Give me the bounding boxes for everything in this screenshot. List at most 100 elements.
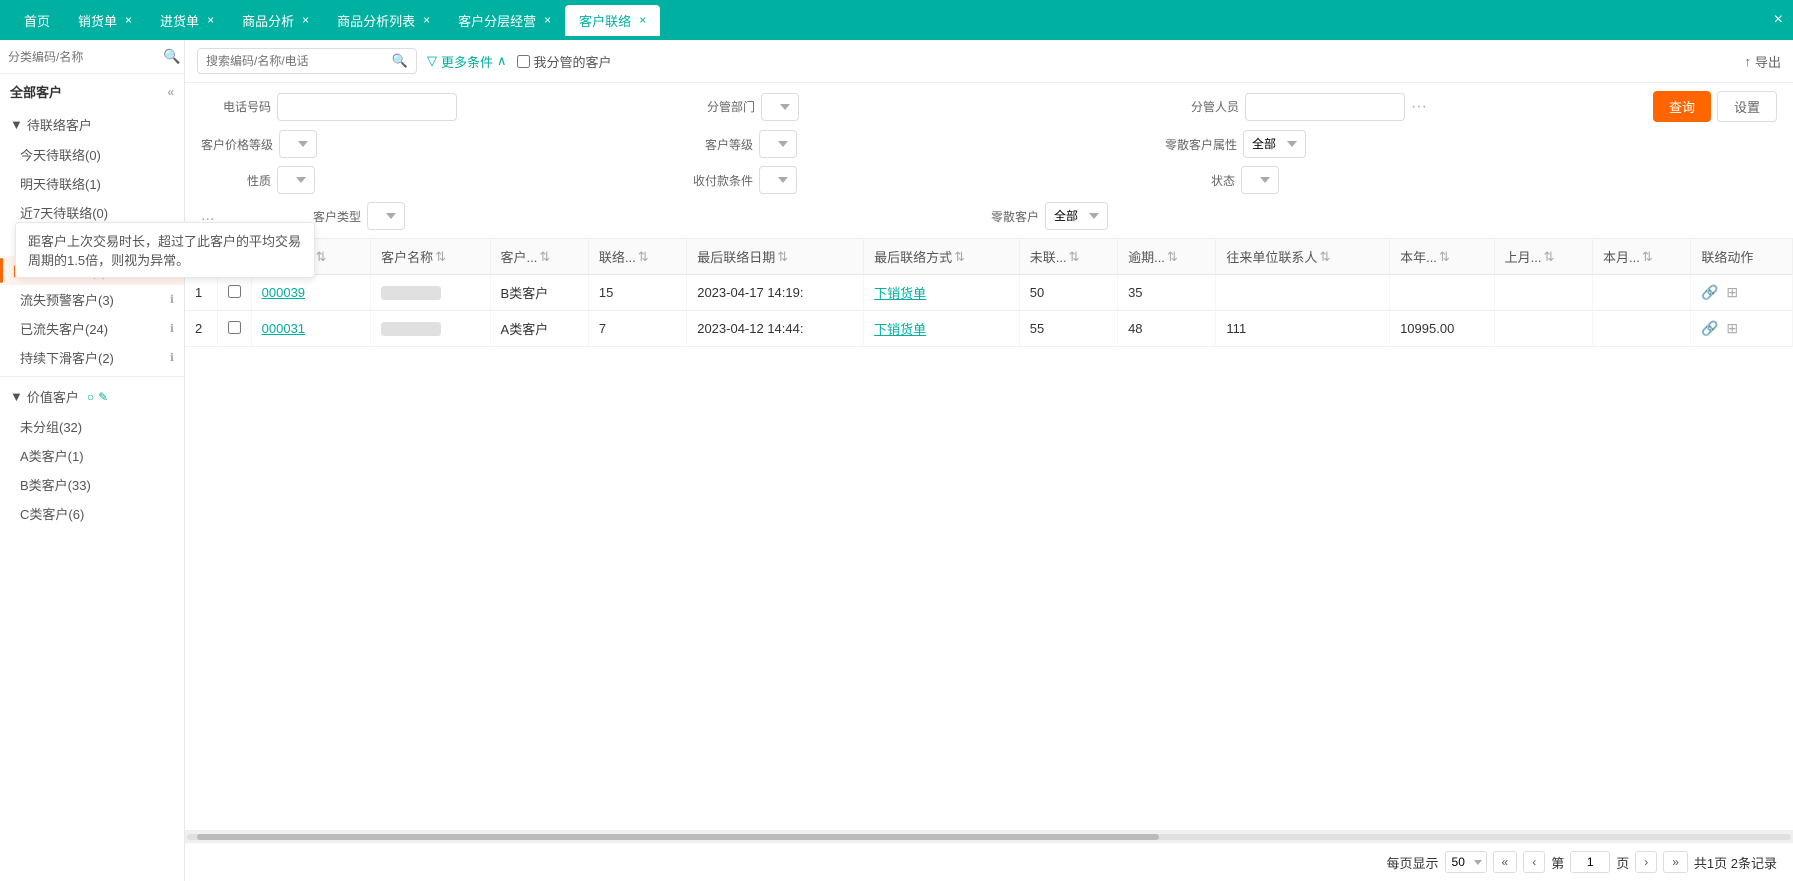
tab-sales[interactable]: 销货单 × <box>64 5 146 36</box>
arrow-value-icon: ▼ <box>10 389 23 404</box>
sidebar-item-ungroup[interactable]: 未分组(32) <box>0 412 184 441</box>
tab-purchase[interactable]: 进货单 × <box>146 5 228 36</box>
sidebar-item-classA[interactable]: A类客户(1) <box>0 441 184 470</box>
close-customer-contact-icon[interactable]: × <box>639 13 646 27</box>
close-sales-icon[interactable]: × <box>125 13 132 27</box>
sidebar-search-bar: 🔍 <box>0 40 184 74</box>
sidebar-item-classB[interactable]: B类客户(33) <box>0 470 184 499</box>
prev-page-btn[interactable]: ‹ <box>1523 851 1545 873</box>
sidebar-item-lost[interactable]: 已流失客户(24) ℹ <box>0 314 184 343</box>
scroll-thumb[interactable] <box>197 834 1159 840</box>
edit-value-group-icon[interactable]: ○ <box>87 390 94 404</box>
my-customers-check[interactable] <box>517 55 530 68</box>
action-link-icon-1[interactable]: 🔗 <box>1701 284 1718 300</box>
gender-select[interactable] <box>277 166 315 194</box>
sort-last-month[interactable]: 上月... ⇅ <box>1505 247 1582 266</box>
row-checkbox-1[interactable] <box>228 285 241 298</box>
action-link-icon-2[interactable]: 🔗 <box>1701 320 1718 336</box>
sidebar-item-lost-warning[interactable]: 流失预警客户(3) ℹ <box>0 285 184 314</box>
customer-code-link-1[interactable]: 000039 <box>262 285 305 300</box>
value-group-header[interactable]: ▼ 价值客户 ○ ✎ <box>0 381 184 412</box>
close-product-list-icon[interactable]: × <box>423 13 430 27</box>
retail-attr-select[interactable]: 全部 <box>1243 130 1306 158</box>
page-input[interactable] <box>1570 851 1610 873</box>
more-conditions-btn[interactable]: ▽ 更多条件 ∧ <box>427 52 507 71</box>
group-pending-contact[interactable]: ▼ 待联络客户 <box>0 109 184 140</box>
per-page-select[interactable]: 50 <box>1445 851 1487 873</box>
status-wrapper <box>1241 166 1637 194</box>
payment-select[interactable] <box>759 166 797 194</box>
cell-last-month-2 <box>1494 311 1592 347</box>
close-product-analysis-icon[interactable]: × <box>302 13 309 27</box>
action-grid-icon-2[interactable]: ⊞ <box>1726 320 1738 336</box>
edit-icon[interactable]: ✎ <box>98 390 108 404</box>
customer-level-select[interactable] <box>759 130 797 158</box>
sidebar-item-today[interactable]: 今天待联络(0) <box>0 140 184 169</box>
filter-phone: 电话号码 <box>201 93 675 121</box>
sidebar-item-classC[interactable]: C类客户(6) <box>0 499 184 528</box>
sort-unread[interactable]: 未联... ⇅ <box>1030 247 1107 266</box>
tab-product-list[interactable]: 商品分析列表 × <box>323 5 444 36</box>
customer-code-link-2[interactable]: 000031 <box>262 321 305 336</box>
last-page-btn[interactable]: » <box>1663 851 1688 873</box>
collapse-icon[interactable]: « <box>167 85 174 99</box>
last-method-link-1[interactable]: 下销货单 <box>874 286 926 301</box>
filter-icon: ▽ <box>427 53 437 69</box>
settings-button[interactable]: 设置 <box>1717 91 1777 122</box>
tab-customer-contact[interactable]: 客户联络 × <box>565 5 660 36</box>
horizontal-scrollbar[interactable] <box>185 830 1793 842</box>
th-last-month: 上月... ⇅ <box>1494 239 1592 275</box>
phone-input[interactable] <box>277 93 457 121</box>
tab-sales-label: 销货单 <box>78 11 117 30</box>
close-customer-segment-icon[interactable]: × <box>544 13 551 27</box>
last-method-link-2[interactable]: 下销货单 <box>874 322 926 337</box>
sidebar-item-tomorrow[interactable]: 明天待联络(1) <box>0 169 184 198</box>
sidebar-search-input[interactable] <box>8 50 163 64</box>
next-page-btn[interactable]: › <box>1635 851 1657 873</box>
cell-category-2: A类客户 <box>490 311 588 347</box>
action-grid-icon-1[interactable]: ⊞ <box>1726 284 1738 300</box>
first-page-btn[interactable]: « <box>1493 851 1518 873</box>
price-level-select[interactable] <box>279 130 317 158</box>
window-close-btn[interactable]: × <box>1774 11 1783 29</box>
tab-customer-segment[interactable]: 客户分层经营 × <box>444 5 565 36</box>
dept-select-wrapper <box>761 93 1159 121</box>
group-pending-label: 待联络客户 <box>27 115 92 134</box>
dept-select[interactable] <box>761 93 799 121</box>
status-select[interactable] <box>1241 166 1279 194</box>
retail-select[interactable]: 全部 <box>1045 202 1108 230</box>
sort-this-month[interactable]: 本月... ⇅ <box>1603 247 1680 266</box>
query-button[interactable]: 查询 <box>1653 91 1711 122</box>
sidebar-search-icon[interactable]: 🔍 <box>163 48 180 65</box>
tab-home[interactable]: 首页 <box>10 5 64 36</box>
close-purchase-icon[interactable]: × <box>207 13 214 27</box>
cell-action-2: 🔗 ⊞ <box>1691 311 1793 347</box>
sort-last-contact-date[interactable]: 最后联络日期 ⇅ <box>697 247 853 266</box>
tab-customer-contact-label: 客户联络 <box>579 11 631 30</box>
all-customers-header[interactable]: 全部客户 « <box>0 74 184 109</box>
sort-category[interactable]: 客户... ⇅ <box>501 247 578 266</box>
person-input[interactable] <box>1245 93 1405 121</box>
retail-attr-label: 零散客户属性 <box>1165 136 1237 153</box>
tab-product-analysis[interactable]: 商品分析 × <box>228 5 323 36</box>
sort-contacts[interactable]: 联络... ⇅ <box>599 247 676 266</box>
filter-row-4: ... 客户类型 零散客户 全部 <box>201 202 1777 230</box>
sort-name[interactable]: 客户名称 ⇅ <box>381 247 479 266</box>
sort-history[interactable]: 往来单位联系人 ⇅ <box>1226 247 1379 266</box>
row-checkbox-2[interactable] <box>228 321 241 334</box>
tab-product-analysis-label: 商品分析 <box>242 11 294 30</box>
sidebar-item-declining[interactable]: 持续下滑客户(2) ℹ <box>0 343 184 372</box>
sort-this-year[interactable]: 本年... ⇅ <box>1400 247 1484 266</box>
price-level-wrapper <box>279 130 673 158</box>
search-input[interactable] <box>206 54 386 68</box>
sort-method[interactable]: 最后联络方式 ⇅ <box>874 247 1009 266</box>
th-name: 客户名称 ⇅ <box>371 239 490 275</box>
search-input-wrapper: 🔍 <box>197 48 417 74</box>
customer-type-select[interactable] <box>367 202 405 230</box>
cell-contacts-2: 7 <box>588 311 686 347</box>
my-customers-checkbox[interactable]: 我分管的客户 <box>517 52 612 71</box>
cell-unread-1: 50 <box>1019 275 1117 311</box>
sort-overdue[interactable]: 逾期... ⇅ <box>1128 247 1205 266</box>
export-btn[interactable]: ↑ 导出 <box>1744 52 1781 71</box>
person-more-icon[interactable]: ··· <box>1411 98 1427 116</box>
